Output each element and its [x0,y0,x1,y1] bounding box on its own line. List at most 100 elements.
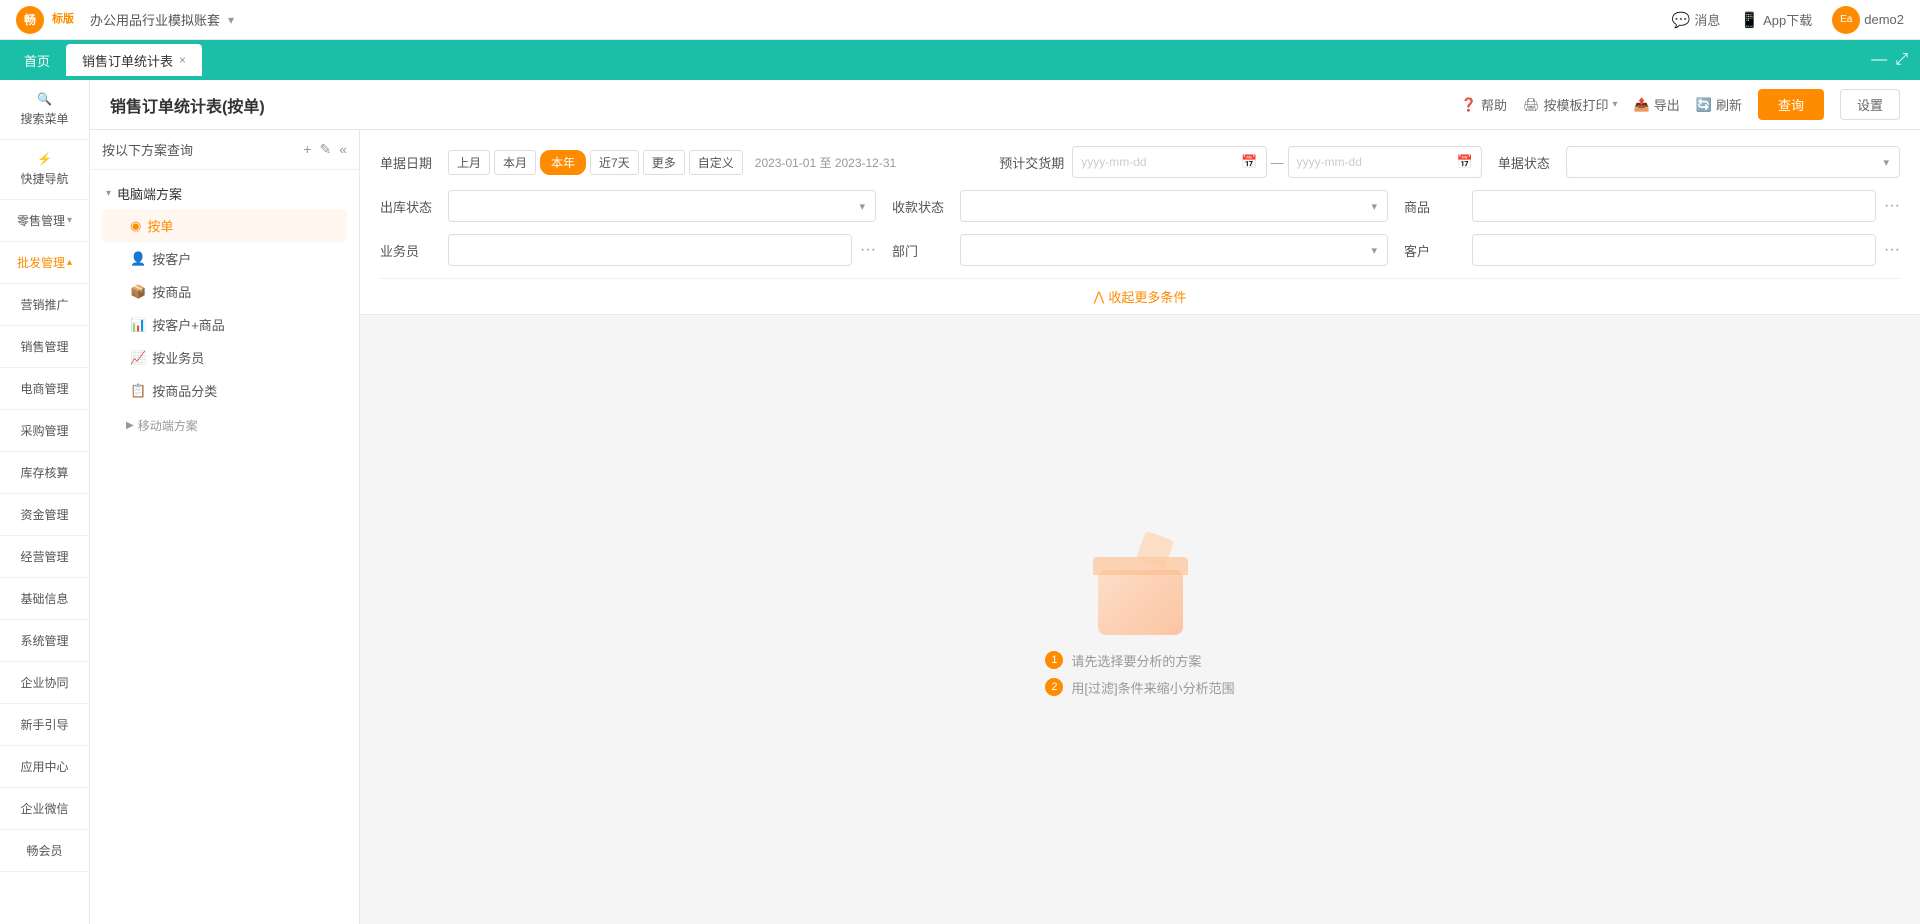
sidebar-item-marketing[interactable]: 营销推广 [0,284,89,326]
desktop-scheme-header[interactable]: ▾ 电脑端方案 [102,178,347,209]
sidebar-item-newbie[interactable]: 新手引导 [0,704,89,746]
app-dropdown[interactable]: ▾ [228,13,234,27]
refresh-action[interactable]: 🔄 刷新 [1696,95,1742,114]
scheme-item-by-goods[interactable]: 📦 按商品 [102,275,347,308]
expected-date-end[interactable]: yyyy-mm-dd 📅 [1288,146,1482,178]
date-range-display: 2023-01-01 至 2023-12-31 [755,154,896,171]
sidebar-item-retail[interactable]: 零售管理 ▾ [0,200,89,242]
scheme-item-by-order[interactable]: ◉ 按单 [102,209,347,242]
tab-home[interactable]: 首页 [8,44,66,76]
by-order-icon: ◉ [130,218,141,234]
expected-date-filter: 预计交货期 yyyy-mm-dd 📅 — yyyy-mm-dd 📅 [999,146,1482,178]
by-sales-icon: 📈 [130,350,146,366]
help-icon: ❓ [1461,97,1477,113]
hint-item-2: 2 用[过滤]条件来缩小分析范围 [1045,678,1234,697]
sidebar-item-finance[interactable]: 资金管理 [0,494,89,536]
message-icon: 💬 [1672,11,1691,29]
message-action[interactable]: 💬 消息 [1672,10,1721,29]
by-goods-icon: 📦 [130,284,146,300]
app-title: 办公用品行业模拟账套 [90,10,220,29]
top-bar-left: 畅 标版 办公用品行业模拟账套 ▾ [16,6,234,34]
sidebar-item-purchase[interactable]: 采购管理 [0,410,89,452]
expected-date-start[interactable]: yyyy-mm-dd 📅 [1072,146,1266,178]
scheme-item-by-category[interactable]: 📋 按商品分类 [102,374,347,407]
settings-button[interactable]: 设置 [1840,89,1900,120]
goods-more-btn[interactable]: ··· [1884,197,1900,215]
pay-status-filter: 收款状态 ▾ [892,190,1388,222]
collapse-panel-btn[interactable]: « [339,141,347,158]
date-btn-more[interactable]: 更多 [643,150,685,175]
add-scheme-btn[interactable]: + [303,141,311,158]
sidebar-item-inventory[interactable]: 库存核算 [0,452,89,494]
sidebar-item-system[interactable]: 系统管理 [0,620,89,662]
export-action[interactable]: 📤 导出 [1634,95,1680,114]
scheme-item-by-customer[interactable]: 👤 按客户 [102,242,347,275]
date-btn-7days[interactable]: 近7天 [590,150,639,175]
sales-input[interactable] [448,234,852,266]
sidebar-item-search[interactable]: 🔍 搜索菜单 [0,80,89,140]
customer-input[interactable] [1472,234,1876,266]
content-area: 销售订单统计表(按单) ❓ 帮助 🖨 按模板打印 ▾ 📤 导出 🔄 刷新 [90,80,1920,924]
desktop-scheme-group: ▾ 电脑端方案 ◉ 按单 👤 按客户 📦 [102,178,347,407]
doc-status-select[interactable]: ▾ [1566,146,1900,178]
sidebar-item-nav[interactable]: ⚡ 快捷导航 [0,140,89,200]
doc-status-filter: 单据状态 ▾ [1498,146,1900,178]
user-profile[interactable]: Ea demo2 [1832,6,1904,34]
sales-more-btn[interactable]: ··· [860,241,876,259]
sidebar-item-wholesale[interactable]: 批发管理 ▴ [0,242,89,284]
goods-input[interactable] [1472,190,1876,222]
edit-scheme-btn[interactable]: ✎ [319,141,331,158]
date-btn-custom[interactable]: 自定义 [689,150,743,175]
date-btn-group: 上月 本月 本年 近7天 更多 自定义 [448,150,743,175]
main-content-area: 1 请先选择要分析的方案 2 用[过滤]条件来缩小分析范围 [360,315,1920,924]
filter-area-wrapper: 单据日期 上月 本月 本年 近7天 更多 自定义 2023-01-01 至 20… [360,130,1920,924]
collapse-btn[interactable]: ⋀ 收起更多条件 [380,278,1900,314]
date-btn-this-year[interactable]: 本年 [540,150,586,175]
pay-status-select[interactable]: ▾ [960,190,1388,222]
sidebar-item-apps[interactable]: 应用中心 [0,746,89,788]
app-subtitle: 标版 [52,13,74,26]
tab-minimize-btn[interactable]: — [1871,51,1887,69]
sidebar-item-ecommerce[interactable]: 电商管理 [0,368,89,410]
tab-close-btn[interactable]: × [179,53,186,67]
help-action[interactable]: ❓ 帮助 [1461,95,1507,114]
sidebar-item-member[interactable]: 畅会员 [0,830,89,872]
out-status-select[interactable]: ▾ [448,190,876,222]
top-bar-right: 💬 消息 📱 App下载 Ea demo2 [1672,6,1904,34]
expected-date-range: yyyy-mm-dd 📅 — yyyy-mm-dd 📅 [1072,146,1482,178]
tab-bar-actions: — ⤢ [1871,51,1920,69]
print-dropdown[interactable]: ▾ [1613,99,1618,110]
pay-status-arrow: ▾ [1371,200,1377,213]
retail-arrow: ▾ [67,215,72,226]
filter-row-1: 单据日期 上月 本月 本年 近7天 更多 自定义 2023-01-01 至 20… [380,146,1900,178]
empty-illustration [1080,535,1200,635]
sidebar-item-operations[interactable]: 经营管理 [0,536,89,578]
desktop-group-arrow: ▾ [106,188,111,199]
three-col-layout: 按以下方案查询 + ✎ « ▾ 电脑端方案 ◉ [90,130,1920,924]
scheme-section: ▾ 电脑端方案 ◉ 按单 👤 按客户 📦 [90,170,359,452]
empty-state: 1 请先选择要分析的方案 2 用[过滤]条件来缩小分析范围 [360,315,1920,924]
expected-date-label: 预计交货期 [999,153,1064,172]
date-btn-this-month[interactable]: 本月 [494,150,536,175]
sidebar-item-enterprise[interactable]: 企业协同 [0,662,89,704]
hint-item-1: 1 请先选择要分析的方案 [1045,651,1234,670]
query-button[interactable]: 查询 [1758,89,1824,120]
print-action[interactable]: 🖨 按模板打印 ▾ [1523,95,1618,114]
dept-select[interactable]: ▾ [960,234,1388,266]
filter-content: 单据日期 上月 本月 本年 近7天 更多 自定义 2023-01-01 至 20… [360,130,1920,315]
hint-num-1: 1 [1045,651,1063,669]
sidebar-item-sales[interactable]: 销售管理 [0,326,89,368]
sidebar-item-wechat[interactable]: 企业微信 [0,788,89,830]
scheme-item-by-customer-goods[interactable]: 📊 按客户+商品 [102,308,347,341]
app-download-action[interactable]: 📱 App下载 [1740,10,1812,29]
sidebar-item-basic[interactable]: 基础信息 [0,578,89,620]
user-avatar: Ea [1832,6,1860,34]
scheme-item-by-salesperson[interactable]: 📈 按业务员 [102,341,347,374]
customer-more-btn[interactable]: ··· [1884,241,1900,259]
date-btn-last-month[interactable]: 上月 [448,150,490,175]
tab-active[interactable]: 销售订单统计表 × [66,44,202,76]
tab-bar: 首页 销售订单统计表 × — ⤢ [0,40,1920,80]
tab-maximize-btn[interactable]: ⤢ [1895,51,1908,69]
mobile-scheme-header[interactable]: ▶ 移动端方案 [114,411,335,440]
mobile-arrow: ▶ [126,420,134,431]
